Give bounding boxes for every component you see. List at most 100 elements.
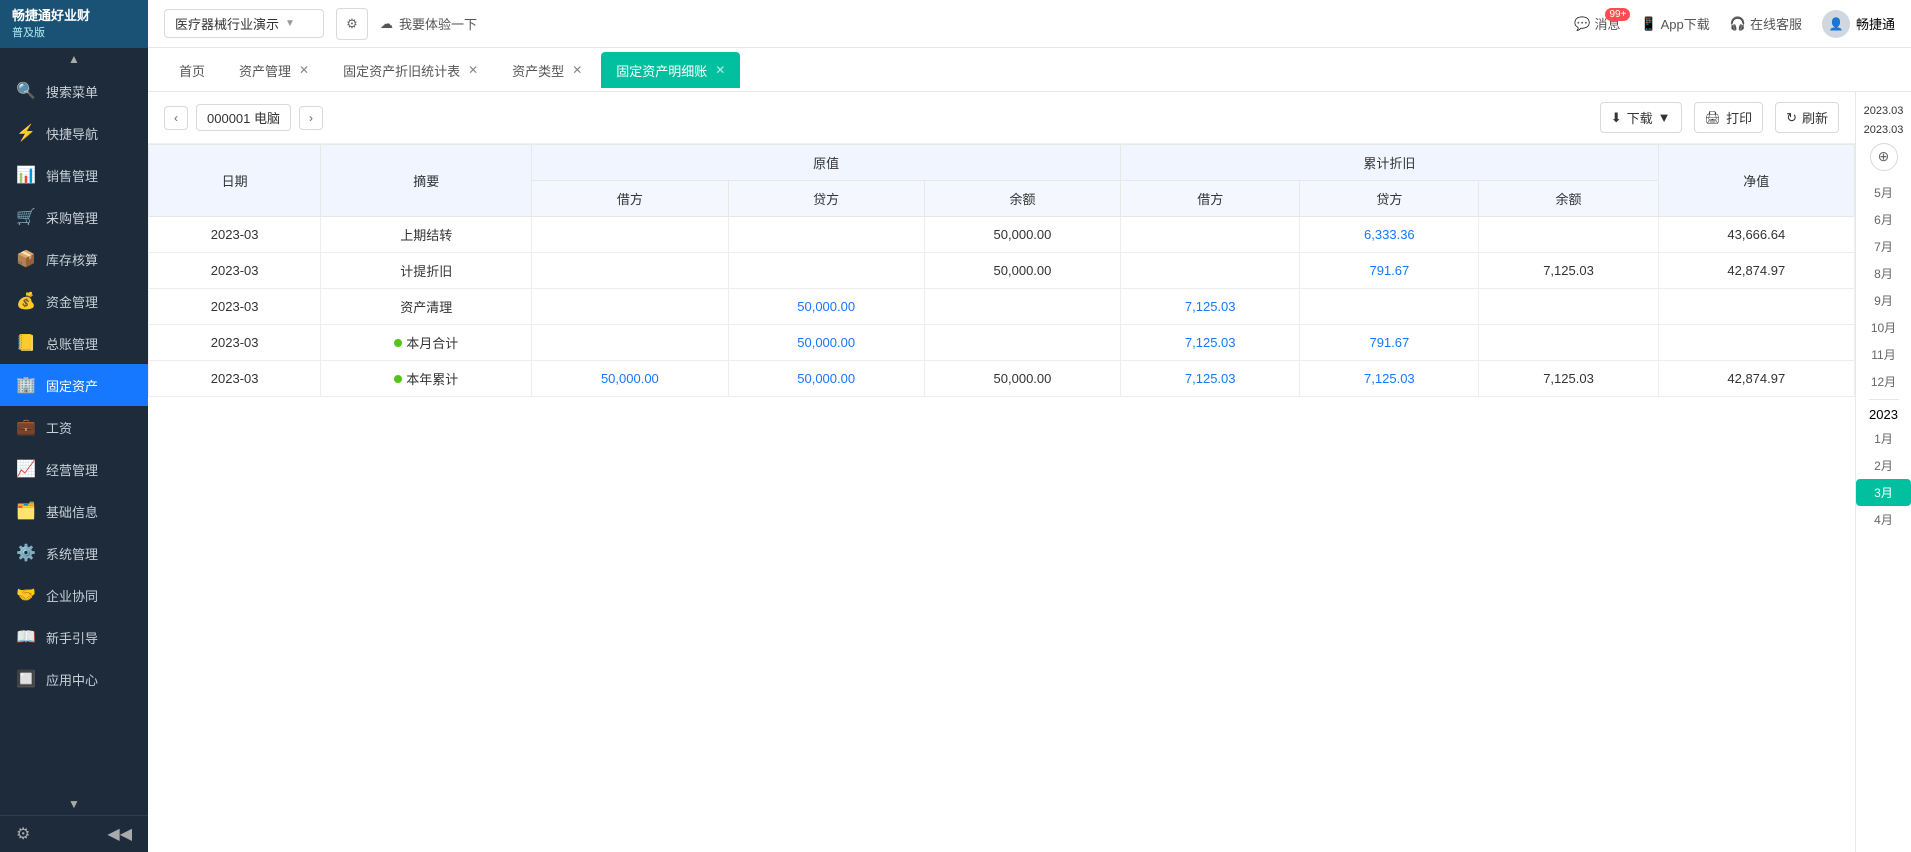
sidebar-item-finance[interactable]: 💰 资金管理 (0, 280, 148, 322)
next-asset-btn[interactable]: › (299, 106, 323, 130)
company-selector[interactable]: 医疗器械行业演示 ▼ (164, 9, 324, 38)
experience-label: 我要体验一下 (399, 14, 477, 33)
asset-code-tag: 000001 电脑 (196, 104, 291, 131)
tab-asset_type[interactable]: 资产类型✕ (497, 52, 597, 88)
cell-desc: 本月合计 (321, 325, 532, 361)
timeline-month-11月[interactable]: 11月 (1856, 341, 1911, 368)
right-timeline-panel: 2023.03 2023.03 ⊕ 5月6月7月8月9月10月11月12月 202… (1855, 92, 1911, 852)
sidebar-item-search[interactable]: 🔍 搜索菜单 (0, 70, 148, 112)
timeline-month-5月[interactable]: 5月 (1856, 179, 1911, 206)
message-btn[interactable]: 💬 消息 99+ (1574, 14, 1620, 33)
timeline-month-3月[interactable]: 3月 (1856, 479, 1911, 506)
sidebar-label-ledger: 总账管理 (46, 334, 98, 353)
tab-label-asset_mgmt: 资产管理 (239, 61, 291, 80)
topbar: 医疗器械行业演示 ▼ ⚙ ☁ 我要体验一下 💬 消息 99+ 📱 App下载 🎧… (148, 0, 1911, 48)
timeline-month-9月[interactable]: 9月 (1856, 287, 1911, 314)
table-row: 2023-03 上期结转 50,000.00 6,333.36 43,666.6… (149, 217, 1855, 253)
collapse-icon[interactable]: ◀◀ (107, 824, 132, 844)
tab-close-asset_detail[interactable]: ✕ (715, 63, 725, 77)
col-balance1: 余额 (924, 181, 1120, 217)
tab-close-asset_type[interactable]: ✕ (572, 63, 582, 77)
timeline-month-7月[interactable]: 7月 (1856, 233, 1911, 260)
cell-debit2 (1121, 253, 1300, 289)
col-debit1: 借方 (532, 181, 728, 217)
refresh-icon: ↻ (1786, 110, 1797, 126)
chevron-down-icon: ▼ (285, 18, 295, 29)
sidebar-item-salary[interactable]: 💼 工资 (0, 406, 148, 448)
experience-btn[interactable]: ☁ 我要体验一下 (380, 14, 477, 33)
gear-button[interactable]: ⚙ (336, 8, 368, 40)
cell-balance1 (924, 289, 1120, 325)
quick-icon: ⚡ (16, 123, 36, 143)
sidebar-item-collab[interactable]: 🤝 企业协同 (0, 574, 148, 616)
sidebar-item-fixed[interactable]: 🏢 固定资产 (0, 364, 148, 406)
cell-balance2 (1479, 289, 1658, 325)
sidebar-item-guide[interactable]: 📖 新手引导 (0, 616, 148, 658)
col-date: 日期 (149, 145, 321, 217)
search-icon: 🔍 (16, 81, 36, 101)
cell-credit2 (1300, 289, 1479, 325)
timeline-month-4月[interactable]: 4月 (1856, 506, 1911, 533)
cell-credit1: 50,000.00 (728, 325, 924, 361)
avatar: 👤 (1822, 10, 1850, 38)
download-btn[interactable]: ⬇ 下载 ▼ (1600, 102, 1682, 133)
timeline-month-6月[interactable]: 6月 (1856, 206, 1911, 233)
online-service-btn[interactable]: 🎧 在线客服 (1730, 14, 1802, 33)
sidebar-item-apps[interactable]: 🔲 应用中心 (0, 658, 148, 700)
cell-desc: 本年累计 (321, 361, 532, 397)
ledger-icon: 📒 (16, 333, 36, 353)
timeline-year-2023[interactable]: 2023 (1856, 404, 1911, 425)
user-menu[interactable]: 👤 畅捷通 (1822, 10, 1895, 38)
print-btn[interactable]: 🖨 打印 (1694, 102, 1764, 133)
cell-date: 2023-03 (149, 253, 321, 289)
tab-close-depreciation[interactable]: ✕ (468, 63, 478, 77)
sidebar: 畅捷通好业财 普及版 ▲ 🔍 搜索菜单 ⚡ 快捷导航 📊 销售管理 🛒 采购管理… (0, 0, 148, 852)
cell-desc: 上期结转 (321, 217, 532, 253)
cell-debit1: 50,000.00 (532, 361, 728, 397)
sidebar-item-purchase[interactable]: 🛒 采购管理 (0, 196, 148, 238)
sidebar-item-sales[interactable]: 📊 销售管理 (0, 154, 148, 196)
cell-balance1: 50,000.00 (924, 217, 1120, 253)
service-icon: 🎧 (1730, 16, 1746, 32)
tab-asset_mgmt[interactable]: 资产管理 ✕ (224, 52, 324, 88)
sidebar-label-collab: 企业协同 (46, 586, 98, 605)
sidebar-item-system[interactable]: ⚙️ 系统管理 (0, 532, 148, 574)
tab-home[interactable]: 首页 (164, 52, 220, 88)
timeline-month-12月[interactable]: 12月 (1856, 368, 1911, 395)
timeline-month-1月[interactable]: 1月 (1856, 425, 1911, 452)
app-logo: 畅捷通好业财 普及版 (0, 0, 148, 48)
cell-credit1: 50,000.00 (728, 289, 924, 325)
refresh-btn[interactable]: ↻ 刷新 (1775, 102, 1839, 133)
sidebar-item-basic[interactable]: 🗂️ 基础信息 (0, 490, 148, 532)
download-chevron-icon: ▼ (1658, 110, 1671, 125)
sidebar-item-ledger[interactable]: 📒 总账管理 (0, 322, 148, 364)
sidebar-scroll-up[interactable]: ▲ (0, 48, 148, 70)
timeline-expand-btn[interactable]: ⊕ (1870, 143, 1898, 171)
timeline-month-2月[interactable]: 2月 (1856, 452, 1911, 479)
sidebar-item-ops[interactable]: 📈 经营管理 (0, 448, 148, 490)
app-download-btn[interactable]: 📱 App下载 (1640, 14, 1709, 33)
prev-asset-btn[interactable]: ‹ (164, 106, 188, 130)
sidebar-item-inventory[interactable]: 📦 库存核算 (0, 238, 148, 280)
sidebar-label-salary: 工资 (46, 418, 72, 437)
timeline-month-10月[interactable]: 10月 (1856, 314, 1911, 341)
tab-label-depreciation: 固定资产折旧统计表 (343, 61, 460, 80)
topbar-right: 💬 消息 99+ 📱 App下载 🎧 在线客服 👤 畅捷通 (1574, 10, 1895, 38)
timeline-top: 2023.03 2023.03 (1856, 100, 1911, 143)
sidebar-nav: 🔍 搜索菜单 ⚡ 快捷导航 📊 销售管理 🛒 采购管理 📦 库存核算 💰 资金管… (0, 70, 148, 793)
sidebar-scroll-down[interactable]: ▼ (0, 793, 148, 815)
badge-cell: 本年累计 (394, 369, 458, 388)
badge-cell: 本月合计 (394, 333, 458, 352)
settings-icon[interactable]: ⚙ (16, 824, 30, 844)
sidebar-item-quick[interactable]: ⚡ 快捷导航 (0, 112, 148, 154)
tab-depreciation[interactable]: 固定资产折旧统计表 ✕ (328, 52, 493, 88)
refresh-label: 刷新 (1802, 108, 1828, 127)
tab-asset_detail[interactable]: 固定资产明细账✕ (601, 52, 740, 88)
cell-net: 42,874.97 (1658, 253, 1854, 289)
tab-close-asset_mgmt[interactable]: ✕ (299, 63, 309, 77)
sales-icon: 📊 (16, 165, 36, 185)
green-dot-icon (394, 375, 402, 383)
collab-icon: 🤝 (16, 585, 36, 605)
timeline-month-8月[interactable]: 8月 (1856, 260, 1911, 287)
apps-icon: 🔲 (16, 669, 36, 689)
